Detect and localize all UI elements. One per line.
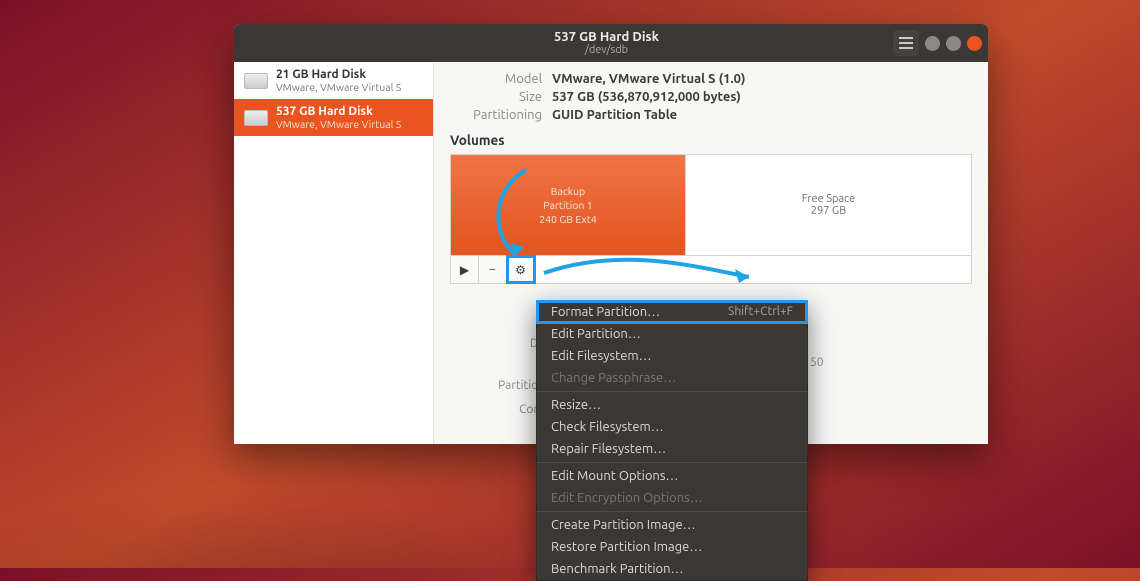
- menu-item[interactable]: Restore Partition Image…: [537, 536, 807, 558]
- menu-item[interactable]: Repair Filesystem…: [537, 438, 807, 460]
- partition-line2: Partition 1: [543, 198, 592, 212]
- titlebar: 537 GB Hard Disk /dev/sdb: [234, 24, 988, 62]
- gear-icon: ⚙: [515, 263, 526, 277]
- disk-sub: VMware, VMware Virtual S: [276, 81, 401, 93]
- menu-item-label: Edit Mount Options…: [551, 469, 678, 483]
- free-space-size: 297 GB: [811, 205, 846, 217]
- size-label: Size: [450, 90, 542, 104]
- volume-free-space[interactable]: Free Space 297 GB: [685, 155, 971, 255]
- menu-item-label: Format Partition…: [551, 305, 660, 319]
- menu-item[interactable]: Check Filesystem…: [537, 416, 807, 438]
- play-icon: ▶: [460, 263, 469, 277]
- size-value: 537 GB (536,870,912,000 bytes): [552, 90, 741, 104]
- menu-item: Change Passphrase…: [537, 367, 807, 389]
- menu-item-label: Restore Partition Image…: [551, 540, 702, 554]
- menu-item-label: Edit Partition…: [551, 327, 641, 341]
- menu-item[interactable]: Create Partition Image…: [537, 514, 807, 536]
- menu-item-label: Edit Filesystem…: [551, 349, 652, 363]
- window-minimize-button[interactable]: [925, 36, 940, 51]
- menu-item-label: Benchmark Partition…: [551, 562, 683, 576]
- partition-name: Backup: [551, 184, 585, 198]
- window-close-button[interactable]: [967, 36, 982, 51]
- menu-item[interactable]: Edit Filesystem…: [537, 345, 807, 367]
- minus-icon: −: [489, 263, 496, 276]
- menu-item-accelerator: Shift+Ctrl+F: [728, 305, 793, 319]
- menu-item-label: Check Filesystem…: [551, 420, 664, 434]
- delete-partition-button[interactable]: −: [479, 256, 507, 283]
- menu-separator: [537, 391, 807, 392]
- disk-name: 537 GB Hard Disk: [276, 105, 401, 118]
- sidebar-disk-item[interactable]: 21 GB Hard Disk VMware, VMware Virtual S: [234, 62, 433, 99]
- window-subtitle: /dev/sdb: [320, 44, 893, 56]
- hard-disk-icon: [244, 73, 268, 89]
- menu-item[interactable]: Edit Partition…: [537, 323, 807, 345]
- sidebar-disk-item[interactable]: 537 GB Hard Disk VMware, VMware Virtual …: [234, 99, 433, 136]
- partitioning-value: GUID Partition Table: [552, 108, 677, 122]
- partition-options-gear-button[interactable]: ⚙: [507, 256, 535, 283]
- partition-line3: 240 GB Ext4: [539, 212, 597, 226]
- menu-item-label: Change Passphrase…: [551, 371, 676, 385]
- disk-sub: VMware, VMware Virtual S: [276, 118, 401, 130]
- menu-item-label: Create Partition Image…: [551, 518, 696, 532]
- menu-item[interactable]: Format Partition… Shift+Ctrl+F: [537, 301, 807, 323]
- model-value: VMware, VMware Virtual S (1.0): [552, 72, 746, 86]
- partitioning-label: Partitioning: [450, 108, 542, 122]
- window-maximize-button[interactable]: [946, 36, 961, 51]
- free-space-name: Free Space: [802, 193, 855, 205]
- partition-context-menu: Format Partition… Shift+Ctrl+F Edit Partit…: [536, 300, 808, 581]
- menu-item: Edit Encryption Options…: [537, 487, 807, 509]
- model-label: Model: [450, 72, 542, 86]
- menu-item-label: Resize…: [551, 398, 601, 412]
- volumes-box: Backup Partition 1 240 GB Ext4 Free Spac…: [450, 154, 972, 284]
- disk-sidebar: 21 GB Hard Disk VMware, VMware Virtual S…: [234, 62, 434, 444]
- volume-toolbar: ▶ − ⚙: [451, 255, 971, 283]
- menu-item[interactable]: Benchmark Partition…: [537, 558, 807, 580]
- menu-separator: [537, 511, 807, 512]
- hamburger-icon: [899, 37, 913, 49]
- hard-disk-icon: [244, 110, 268, 126]
- menu-item-label: Edit Encryption Options…: [551, 491, 703, 505]
- window-title: 537 GB Hard Disk: [320, 30, 893, 44]
- volume-partition[interactable]: Backup Partition 1 240 GB Ext4: [451, 155, 685, 255]
- volumes-heading: Volumes: [450, 132, 972, 148]
- disk-name: 21 GB Hard Disk: [276, 68, 401, 81]
- menu-item[interactable]: Resize…: [537, 394, 807, 416]
- app-menu-button[interactable]: [893, 30, 919, 56]
- menu-item[interactable]: Edit Mount Options…: [537, 465, 807, 487]
- menu-item-label: Repair Filesystem…: [551, 442, 666, 456]
- mount-play-button[interactable]: ▶: [451, 256, 479, 283]
- menu-separator: [537, 462, 807, 463]
